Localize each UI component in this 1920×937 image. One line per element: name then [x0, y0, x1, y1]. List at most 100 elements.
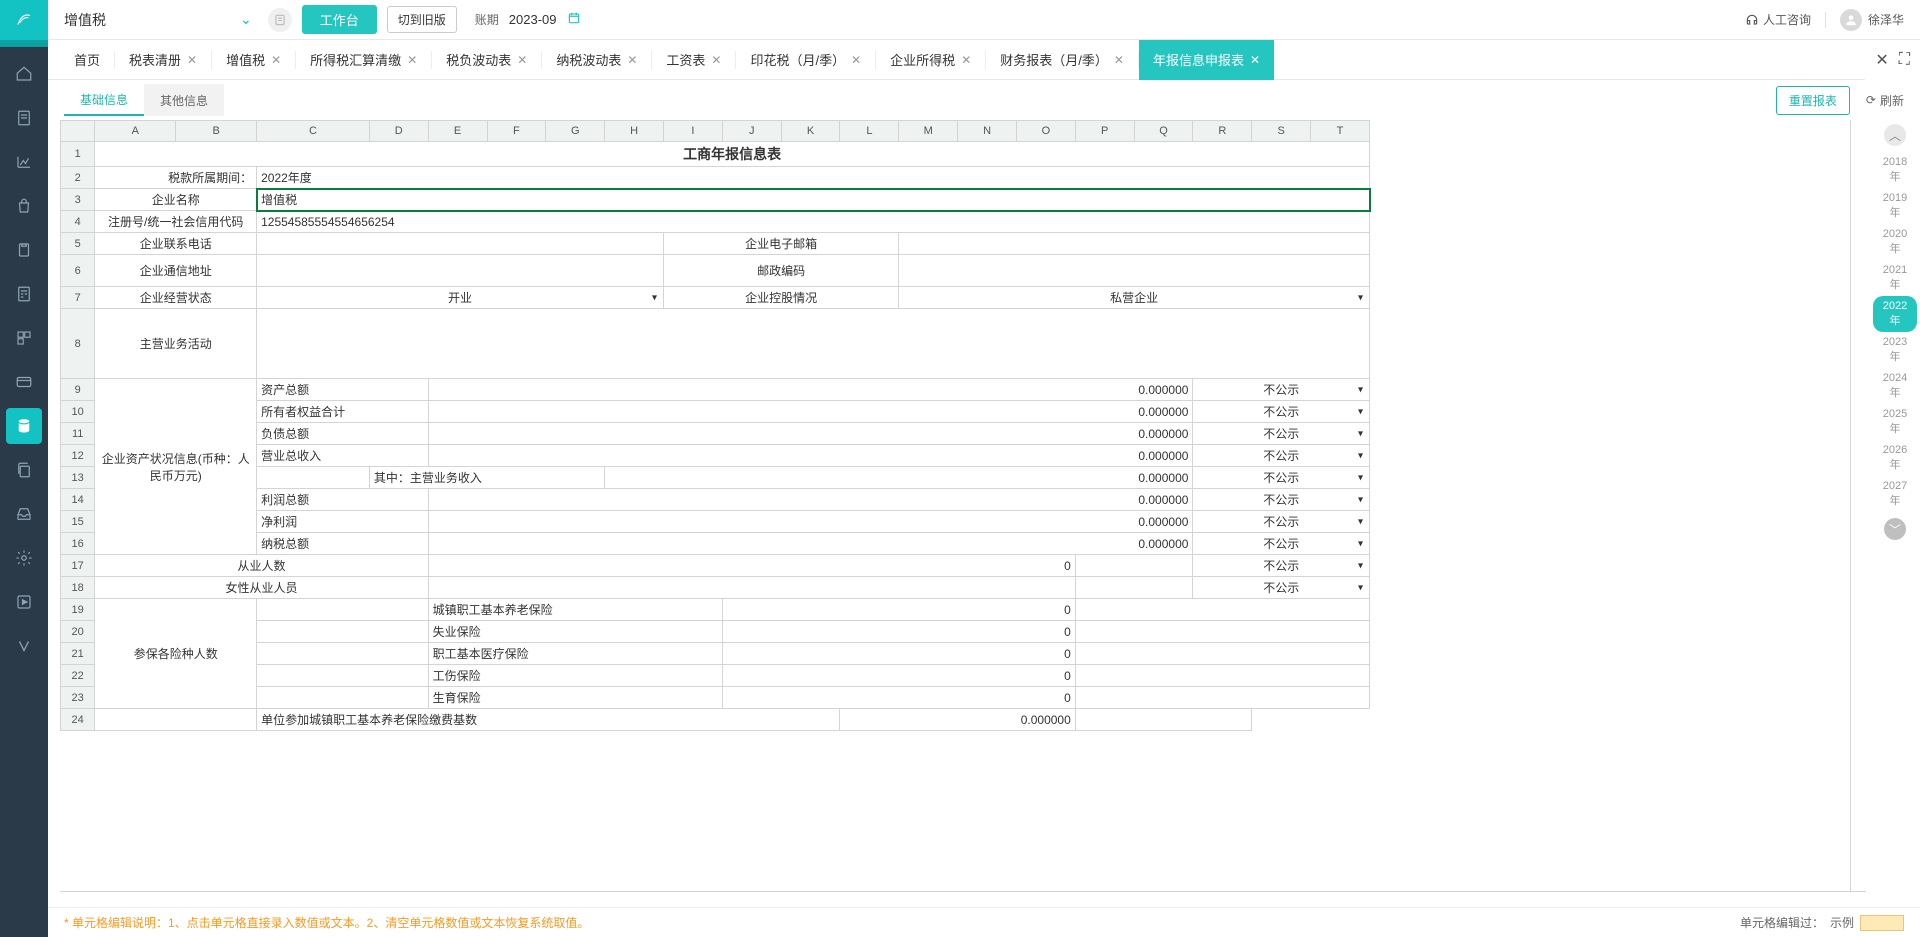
- nav-home-icon[interactable]: [0, 56, 48, 92]
- year-2025年[interactable]: 2025年: [1873, 404, 1917, 440]
- nav-settings-icon[interactable]: [0, 540, 48, 576]
- tab-close-icon[interactable]: ✕: [711, 53, 721, 67]
- col-header[interactable]: J: [722, 121, 781, 142]
- row-header[interactable]: 6: [61, 255, 95, 287]
- row-header[interactable]: 12: [61, 445, 95, 467]
- switch-old-button[interactable]: 切到旧版: [387, 6, 457, 33]
- tab-9[interactable]: 财务报表（月/季）✕: [986, 40, 1138, 80]
- tab-close-icon[interactable]: ✕: [407, 53, 417, 67]
- collapse-up-icon[interactable]: ︿: [1884, 124, 1906, 146]
- row-header[interactable]: 2: [61, 167, 95, 189]
- tab-0[interactable]: 首页: [60, 40, 114, 80]
- row-header[interactable]: 16: [61, 533, 95, 555]
- col-header[interactable]: K: [781, 121, 840, 142]
- row-header[interactable]: 9: [61, 379, 95, 401]
- tab-close-icon[interactable]: ✕: [1114, 53, 1124, 67]
- row-header[interactable]: 7: [61, 287, 95, 309]
- row-header[interactable]: 18: [61, 577, 95, 599]
- tab-2[interactable]: 增值税✕: [212, 40, 295, 80]
- spreadsheet[interactable]: ABCDEFGHIJKLMNOPQRST1工商年报信息表2税款所属期间：2022…: [60, 120, 1850, 891]
- reset-report-button[interactable]: 重置报表: [1776, 86, 1850, 115]
- col-header[interactable]: E: [428, 121, 487, 142]
- col-header[interactable]: A: [95, 121, 176, 142]
- nav-v-icon[interactable]: [0, 628, 48, 664]
- tab-close-icon[interactable]: ✕: [187, 53, 197, 67]
- year-2026年[interactable]: 2026年: [1873, 440, 1917, 476]
- nav-tax-icon[interactable]: [6, 408, 42, 444]
- subtab-other[interactable]: 其他信息: [144, 84, 224, 116]
- close-all-icon[interactable]: ✕: [1875, 50, 1888, 70]
- col-header[interactable]: T: [1311, 121, 1370, 142]
- collapse-down-icon[interactable]: ﹀: [1884, 518, 1906, 540]
- nav-copy-icon[interactable]: [0, 452, 48, 488]
- year-2023年[interactable]: 2023年: [1873, 332, 1917, 368]
- nav-inbox-icon[interactable]: [0, 496, 48, 532]
- year-2022年[interactable]: 2022年: [1873, 296, 1917, 332]
- tab-8[interactable]: 企业所得税✕: [876, 40, 985, 80]
- workbench-button[interactable]: 工作台: [302, 5, 377, 34]
- row-header[interactable]: 23: [61, 687, 95, 709]
- tab-4[interactable]: 税负波动表✕: [432, 40, 541, 80]
- row-header[interactable]: 21: [61, 643, 95, 665]
- row-header[interactable]: 5: [61, 233, 95, 255]
- col-header[interactable]: P: [1075, 121, 1134, 142]
- refresh-button[interactable]: ⟳刷新: [1866, 92, 1904, 109]
- col-header[interactable]: Q: [1134, 121, 1193, 142]
- row-header[interactable]: 11: [61, 423, 95, 445]
- year-2019年[interactable]: 2019年: [1873, 188, 1917, 224]
- col-header[interactable]: N: [958, 121, 1017, 142]
- row-header[interactable]: 14: [61, 489, 95, 511]
- tab-close-icon[interactable]: ✕: [517, 53, 527, 67]
- row-header[interactable]: 15: [61, 511, 95, 533]
- year-2027年[interactable]: 2027年: [1873, 476, 1917, 512]
- row-header[interactable]: 22: [61, 665, 95, 687]
- tab-close-icon[interactable]: ✕: [271, 53, 281, 67]
- row-header[interactable]: 10: [61, 401, 95, 423]
- row-header[interactable]: 8: [61, 309, 95, 379]
- period-value[interactable]: 2023-09: [509, 12, 557, 27]
- nav-calc-icon[interactable]: [0, 276, 48, 312]
- row-header[interactable]: 13: [61, 467, 95, 489]
- row-header[interactable]: 24: [61, 709, 95, 731]
- col-header[interactable]: D: [369, 121, 428, 142]
- consult-link[interactable]: 人工咨询: [1745, 11, 1811, 28]
- calendar-icon[interactable]: [567, 11, 581, 28]
- vertical-scrollbar[interactable]: [1850, 120, 1866, 891]
- tab-close-icon[interactable]: ✕: [961, 53, 971, 67]
- tab-5[interactable]: 纳税波动表✕: [542, 40, 651, 80]
- nav-chart-icon[interactable]: [0, 144, 48, 180]
- user-menu[interactable]: 徐泽华: [1840, 9, 1904, 31]
- row-header[interactable]: 17: [61, 555, 95, 577]
- col-header[interactable]: I: [663, 121, 722, 142]
- tab-3[interactable]: 所得税汇算清缴✕: [296, 40, 431, 80]
- col-header[interactable]: M: [899, 121, 958, 142]
- nav-bag-icon[interactable]: [0, 188, 48, 224]
- col-header[interactable]: L: [840, 121, 899, 142]
- tab-10[interactable]: 年报信息申报表✕: [1139, 40, 1274, 80]
- tab-7[interactable]: 印花税（月/季）✕: [736, 40, 875, 80]
- tab-close-icon[interactable]: ✕: [627, 53, 637, 67]
- col-header[interactable]: G: [546, 121, 605, 142]
- row-header[interactable]: 3: [61, 189, 95, 211]
- subtab-basic[interactable]: 基础信息: [64, 84, 144, 116]
- row-header[interactable]: 1: [61, 142, 95, 167]
- nav-grid-icon[interactable]: [0, 320, 48, 356]
- col-header[interactable]: R: [1193, 121, 1252, 142]
- row-header[interactable]: 19: [61, 599, 95, 621]
- col-header[interactable]: B: [176, 121, 257, 142]
- note-button[interactable]: [268, 8, 292, 32]
- row-header[interactable]: 20: [61, 621, 95, 643]
- col-header[interactable]: C: [257, 121, 370, 142]
- nav-doc-icon[interactable]: [0, 100, 48, 136]
- nav-wallet-icon[interactable]: [0, 364, 48, 400]
- tab-close-icon[interactable]: ✕: [851, 53, 861, 67]
- year-2021年[interactable]: 2021年: [1873, 260, 1917, 296]
- tab-close-icon[interactable]: ✕: [1250, 53, 1260, 67]
- col-header[interactable]: O: [1016, 121, 1075, 142]
- horizontal-scrollbar[interactable]: [60, 891, 1866, 907]
- org-name[interactable]: 增值税: [64, 10, 224, 30]
- col-header[interactable]: S: [1252, 121, 1311, 142]
- col-header[interactable]: H: [605, 121, 664, 142]
- year-2018年[interactable]: 2018年: [1873, 152, 1917, 188]
- row-header[interactable]: 4: [61, 211, 95, 233]
